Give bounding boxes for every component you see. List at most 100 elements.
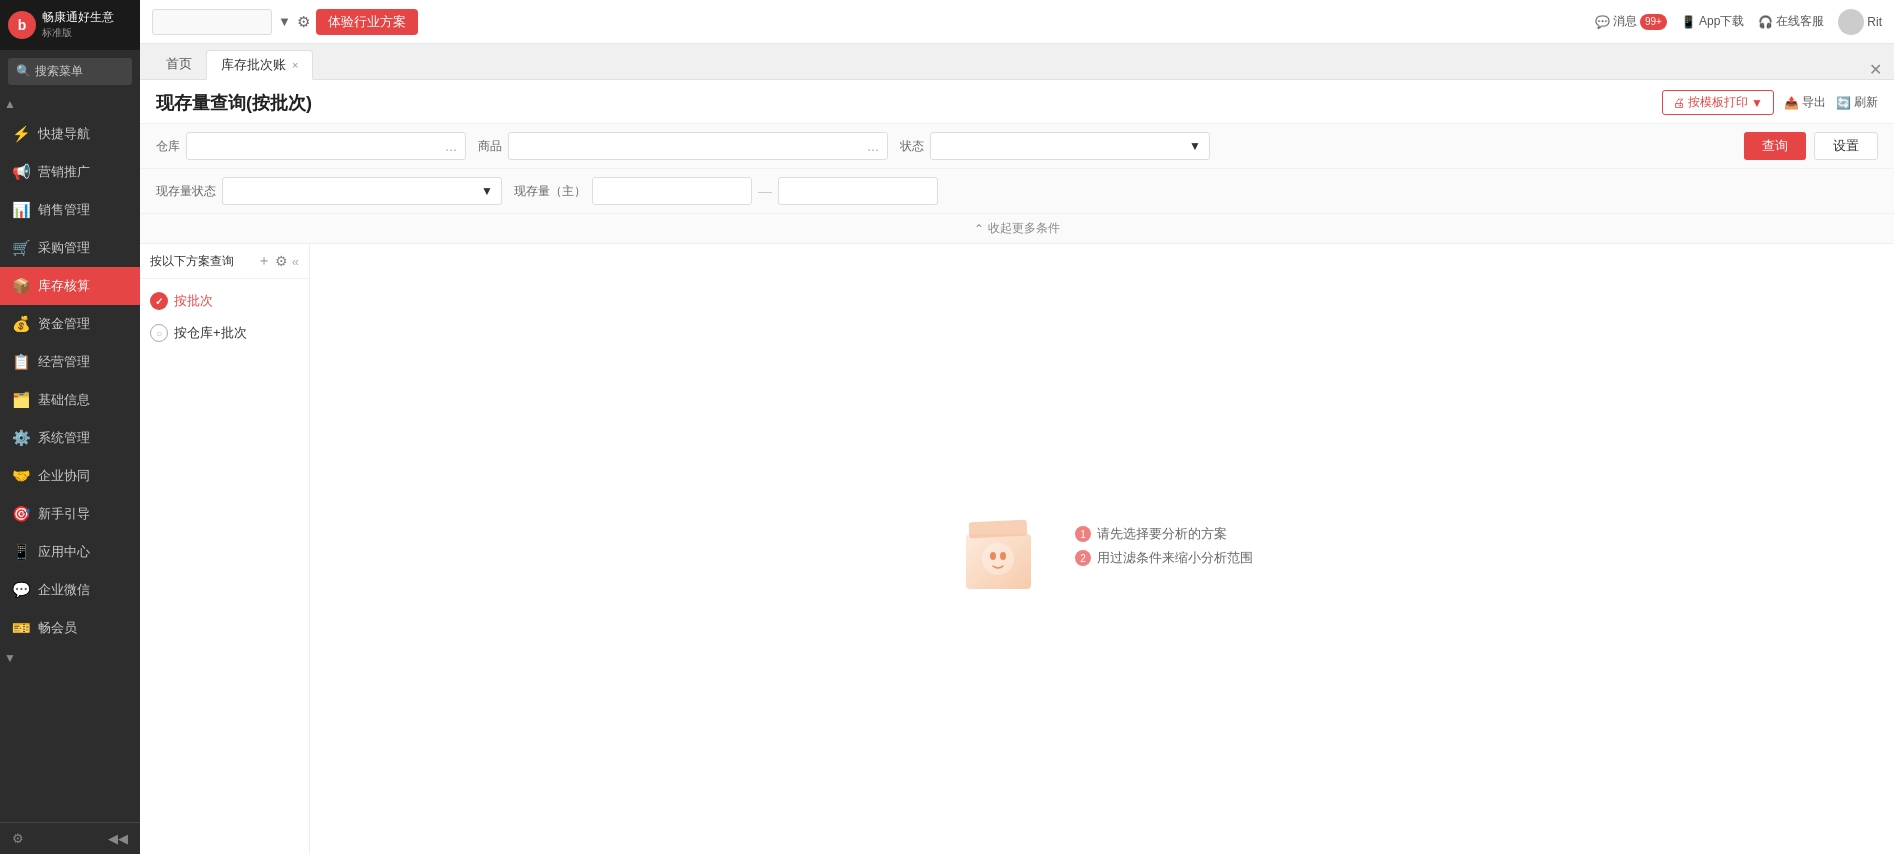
app-download-item[interactable]: 📱 App下载 bbox=[1681, 13, 1744, 30]
settings-footer-button[interactable]: ⚙ bbox=[12, 831, 24, 846]
svg-rect-1 bbox=[969, 519, 1028, 538]
search-menu-label: 搜索菜单 bbox=[35, 63, 83, 80]
scroll-up-button[interactable]: ▲ bbox=[0, 93, 20, 115]
sidebar: b 畅康通好生意 标准版 🔍 搜索菜单 ▲ ⚡ 快捷导航 📢 营销推广 📊 销售… bbox=[0, 0, 140, 854]
settings-button[interactable]: 设置 bbox=[1814, 132, 1878, 160]
svg-point-4 bbox=[1000, 552, 1006, 560]
messages-item[interactable]: 💬 消息 99+ bbox=[1595, 13, 1667, 30]
svg-point-2 bbox=[982, 543, 1014, 575]
sidebar-footer: ⚙ ◀◀ bbox=[0, 822, 140, 854]
sidebar-item-operations[interactable]: 📋 经营管理 bbox=[0, 343, 140, 381]
sidebar-item-label: 畅会员 bbox=[38, 619, 77, 637]
warehouse-select[interactable]: ... bbox=[186, 132, 466, 160]
warehouse-filter: 仓库 ... bbox=[156, 132, 466, 160]
sidebar-item-label: 系统管理 bbox=[38, 429, 90, 447]
message-icon: 💬 bbox=[1595, 15, 1610, 29]
inventory-icon: 📦 bbox=[12, 277, 30, 295]
warehouse-dots[interactable]: ... bbox=[445, 138, 457, 154]
sidebar-item-enterprise[interactable]: 🤝 企业协同 bbox=[0, 457, 140, 495]
newbie-icon: 🎯 bbox=[12, 505, 30, 523]
step-1-text: 请先选择要分析的方案 bbox=[1097, 525, 1227, 543]
product-select[interactable]: ... bbox=[508, 132, 888, 160]
refresh-button[interactable]: 🔄 刷新 bbox=[1836, 94, 1878, 111]
scroll-down-button[interactable]: ▼ bbox=[0, 647, 20, 669]
vip-icon: 🎫 bbox=[12, 619, 30, 637]
sidebar-item-enterprise-wechat[interactable]: 💬 企业微信 bbox=[0, 571, 140, 609]
tab-inventory-batch-label: 库存批次账 bbox=[221, 56, 286, 74]
sidebar-item-purchase[interactable]: 🛒 采购管理 bbox=[0, 229, 140, 267]
sidebar-item-label: 销售管理 bbox=[38, 201, 90, 219]
step-1-number: 1 bbox=[1075, 526, 1091, 542]
sidebar-header: b 畅康通好生意 标准版 bbox=[0, 0, 140, 50]
empty-box-svg bbox=[951, 499, 1051, 599]
sidebar-search-area[interactable]: 🔍 搜索菜单 bbox=[0, 50, 140, 93]
finance-icon: 💰 bbox=[12, 315, 30, 333]
stock-qty-min-input[interactable] bbox=[592, 177, 752, 205]
add-scheme-button[interactable]: ＋ bbox=[257, 252, 271, 270]
tab-home-label: 首页 bbox=[166, 55, 192, 73]
action-buttons: 查询 设置 bbox=[1744, 132, 1878, 160]
tab-inventory-batch[interactable]: 库存批次账 × bbox=[206, 50, 313, 80]
online-service-item[interactable]: 🎧 在线客服 bbox=[1758, 13, 1824, 30]
sidebar-item-label: 新手引导 bbox=[38, 505, 90, 523]
purchase-icon: 🛒 bbox=[12, 239, 30, 257]
online-service-label: 在线客服 bbox=[1776, 13, 1824, 30]
scheme-icon-batch: ✓ bbox=[150, 292, 168, 310]
headset-icon: 🎧 bbox=[1758, 15, 1773, 29]
sidebar-item-quick-nav[interactable]: ⚡ 快捷导航 bbox=[0, 115, 140, 153]
svg-point-3 bbox=[990, 552, 996, 560]
sidebar-item-app-center[interactable]: 📱 应用中心 bbox=[0, 533, 140, 571]
nav-menu: ⚡ 快捷导航 📢 营销推广 📊 销售管理 🛒 采购管理 📦 库存核算 💰 bbox=[0, 115, 140, 647]
warehouse-label: 仓库 bbox=[156, 138, 180, 155]
scheme-item-warehouse-batch[interactable]: ○ 按仓库+批次 bbox=[140, 317, 309, 349]
tab-home[interactable]: 首页 bbox=[152, 49, 206, 79]
topbar-search-input[interactable] bbox=[152, 9, 272, 35]
sidebar-item-finance[interactable]: 💰 资金管理 bbox=[0, 305, 140, 343]
sidebar-item-sales[interactable]: 📊 销售管理 bbox=[0, 191, 140, 229]
collapse-scheme-button[interactable]: « bbox=[292, 252, 299, 270]
messages-badge: 99+ bbox=[1640, 14, 1667, 30]
sidebar-item-marketing[interactable]: 📢 营销推广 bbox=[0, 153, 140, 191]
topbar-gear-button[interactable]: ⚙ bbox=[297, 13, 310, 31]
product-label: 商品 bbox=[478, 138, 502, 155]
system-icon: ⚙️ bbox=[12, 429, 30, 447]
scheme-header: 按以下方案查询 ＋ ⚙ « bbox=[140, 244, 309, 279]
query-button[interactable]: 查询 bbox=[1744, 132, 1806, 160]
sidebar-item-label: 经营管理 bbox=[38, 353, 90, 371]
status-select[interactable]: ▼ bbox=[930, 132, 1210, 160]
template-print-button[interactable]: 🖨 按模板打印 ▼ bbox=[1662, 90, 1774, 115]
experience-btn[interactable]: 体验行业方案 bbox=[316, 9, 418, 35]
close-panel-button[interactable]: ✕ bbox=[1869, 60, 1882, 79]
stock-qty-max-input[interactable] bbox=[778, 177, 938, 205]
scheme-item-batch[interactable]: ✓ 按批次 bbox=[140, 285, 309, 317]
sidebar-nav: ▲ ⚡ 快捷导航 📢 营销推广 📊 销售管理 🛒 采购管理 📦 库存核算 bbox=[0, 93, 140, 822]
collapse-sidebar-button[interactable]: ◀◀ bbox=[108, 831, 128, 846]
enterprise-icon: 🤝 bbox=[12, 467, 30, 485]
empty-step-2: 2 用过滤条件来缩小分析范围 bbox=[1075, 549, 1253, 567]
collapse-filter-button[interactable]: ⌃ 收起更多条件 bbox=[140, 213, 1894, 243]
scheme-list: ✓ 按批次 ○ 按仓库+批次 bbox=[140, 279, 309, 355]
messages-label: 消息 bbox=[1613, 13, 1637, 30]
search-menu-box[interactable]: 🔍 搜索菜单 bbox=[8, 58, 132, 85]
settings-scheme-button[interactable]: ⚙ bbox=[275, 252, 288, 270]
app-download-label: App下载 bbox=[1699, 13, 1744, 30]
stock-status-select[interactable]: ▼ bbox=[222, 177, 502, 205]
topbar-dropdown-button[interactable]: ▼ bbox=[278, 14, 291, 29]
scheme-header-actions: ＋ ⚙ « bbox=[257, 252, 299, 270]
status-filter: 状态 ▼ bbox=[900, 132, 1210, 160]
sidebar-item-label: 库存核算 bbox=[38, 277, 90, 295]
user-menu[interactable]: Rit bbox=[1838, 9, 1882, 35]
scheme-panel: 按以下方案查询 ＋ ⚙ « ✓ 按批次 ○ 按仓库+批次 bbox=[140, 244, 310, 854]
sidebar-item-label: 基础信息 bbox=[38, 391, 90, 409]
quick-nav-icon: ⚡ bbox=[12, 125, 30, 143]
sidebar-item-basic[interactable]: 🗂️ 基础信息 bbox=[0, 381, 140, 419]
product-dots[interactable]: ... bbox=[867, 138, 879, 154]
sidebar-item-system[interactable]: ⚙️ 系统管理 bbox=[0, 419, 140, 457]
tab-close-button[interactable]: × bbox=[292, 59, 298, 71]
step-2-text: 用过滤条件来缩小分析范围 bbox=[1097, 549, 1253, 567]
sidebar-item-inventory[interactable]: 📦 库存核算 bbox=[0, 267, 140, 305]
export-button[interactable]: 📤 导出 bbox=[1784, 94, 1826, 111]
topbar-right: 💬 消息 99+ 📱 App下载 🎧 在线客服 Rit bbox=[1595, 9, 1882, 35]
sidebar-item-vip[interactable]: 🎫 畅会员 bbox=[0, 609, 140, 647]
sidebar-item-newbie[interactable]: 🎯 新手引导 bbox=[0, 495, 140, 533]
